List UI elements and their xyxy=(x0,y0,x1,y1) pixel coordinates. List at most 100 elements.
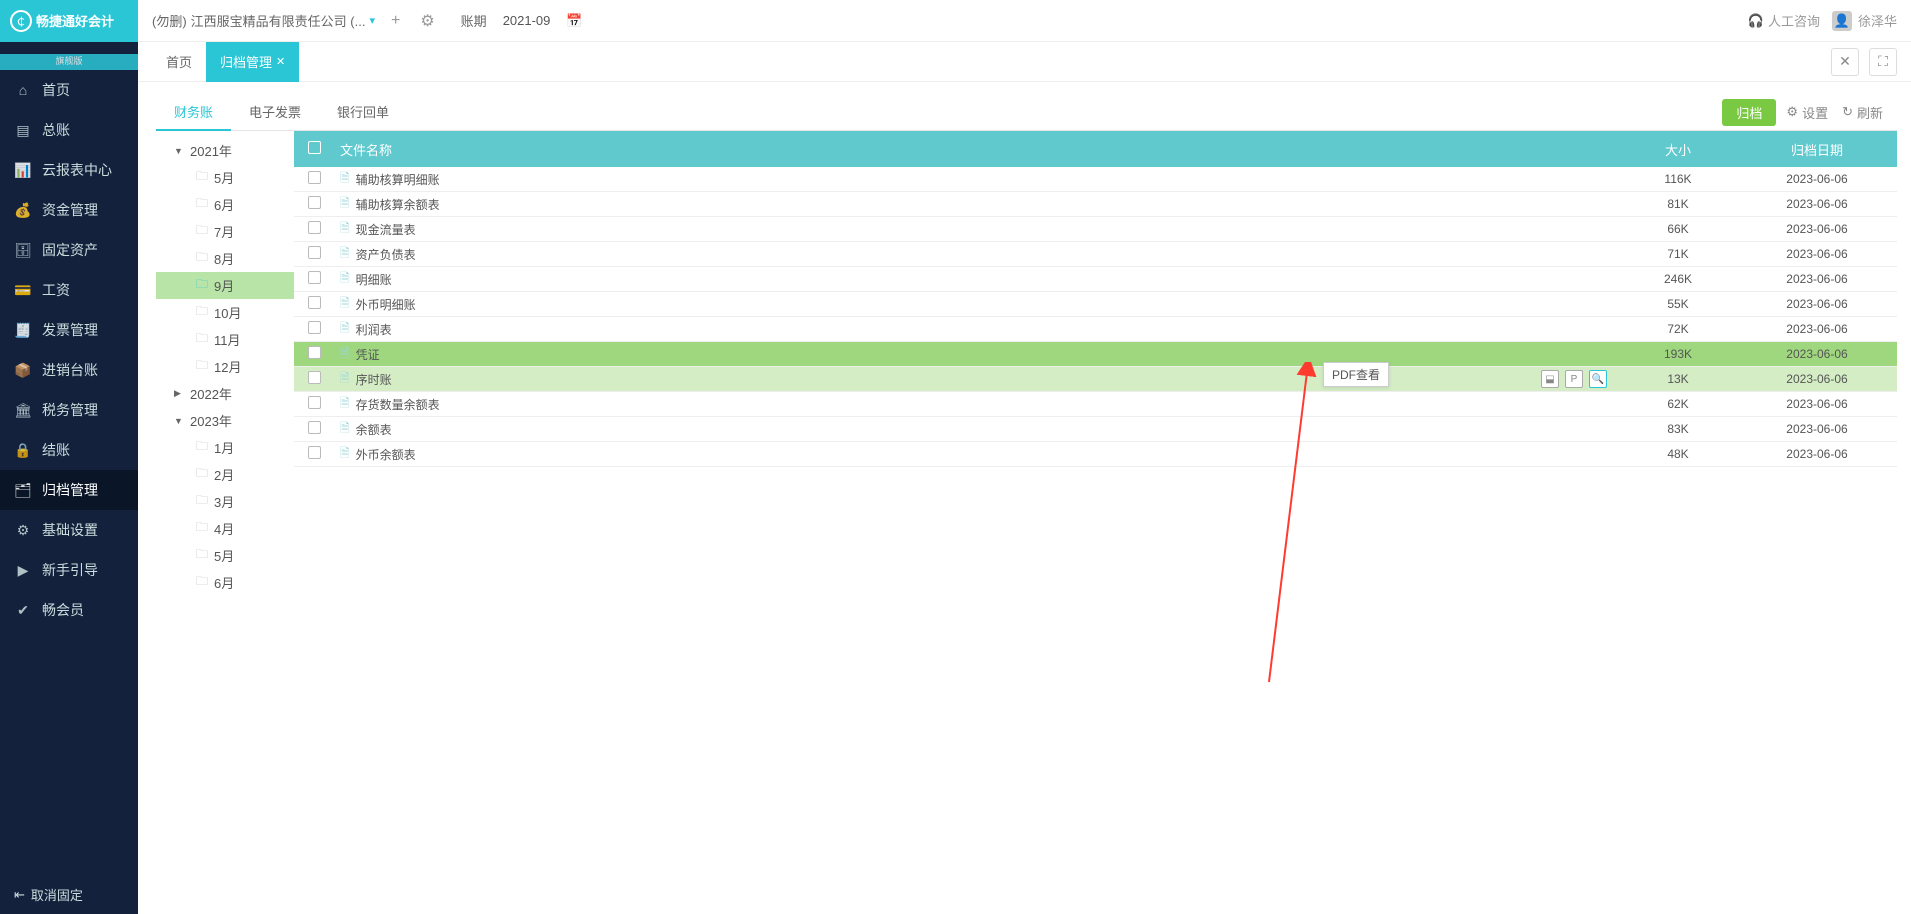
tree-month-2-2[interactable]: 🗀3月 xyxy=(156,488,294,515)
sidebar-item-2[interactable]: 📊云报表中心 xyxy=(0,150,138,190)
tree-month-0-6[interactable]: 🗀11月 xyxy=(156,326,294,353)
row-checkbox[interactable] xyxy=(308,371,321,384)
fullscreen-button[interactable]: ⛶ xyxy=(1869,48,1897,76)
table-row[interactable]: 🗎现金流量表 66K 2023-06-06 xyxy=(294,217,1897,242)
tree-month-0-3[interactable]: 🗀8月 xyxy=(156,245,294,272)
annotation-arrow xyxy=(1259,362,1319,692)
archive-button[interactable]: 归档 xyxy=(1722,99,1776,126)
download-icon[interactable]: ⬓ xyxy=(1541,370,1559,388)
folder-icon: 🗀 xyxy=(196,464,208,485)
tree-month-2-4[interactable]: 🗀5月 xyxy=(156,542,294,569)
row-checkbox[interactable] xyxy=(308,446,321,459)
row-checkbox[interactable] xyxy=(308,196,321,209)
tree-year-2[interactable]: ▼2023年 xyxy=(156,407,294,434)
sidebar-item-0[interactable]: ⌂首页 xyxy=(0,70,138,110)
close-all-tabs-button[interactable]: ✕ xyxy=(1831,48,1859,76)
tree-month-2-1[interactable]: 🗀2月 xyxy=(156,461,294,488)
calendar-icon[interactable]: 📅 xyxy=(566,13,582,29)
tree-month-2-5[interactable]: 🗀6月 xyxy=(156,569,294,596)
col-date-header[interactable]: 归档日期 xyxy=(1737,140,1897,159)
col-size-header[interactable]: 大小 xyxy=(1619,140,1737,159)
file-size: 246K xyxy=(1619,272,1737,286)
company-selector[interactable]: (勿删) 江西服宝精品有限责任公司 (... ▾ xyxy=(152,11,375,30)
sidebar-item-label: 资金管理 xyxy=(42,200,98,220)
sub-tab-1[interactable]: 电子发票 xyxy=(231,94,319,130)
table-row[interactable]: 🗎序时账 ⬓ P 🔍 13K 2023-06-06 xyxy=(294,367,1897,392)
company-settings-button[interactable]: ⚙ xyxy=(416,11,438,31)
close-icon[interactable]: ✕ xyxy=(276,55,285,68)
tree-year-0[interactable]: ▼2021年 xyxy=(156,137,294,164)
sidebar-item-label: 发票管理 xyxy=(42,320,98,340)
sub-tab-0[interactable]: 财务账 xyxy=(156,94,231,131)
file-date: 2023-06-06 xyxy=(1737,197,1897,211)
sidebar-item-10[interactable]: 🗂归档管理 xyxy=(0,470,138,510)
sidebar-item-13[interactable]: ✔畅会员 xyxy=(0,590,138,630)
file-date: 2023-06-06 xyxy=(1737,322,1897,336)
row-checkbox[interactable] xyxy=(308,421,321,434)
sidebar-item-3[interactable]: 💰资金管理 xyxy=(0,190,138,230)
select-all-checkbox[interactable] xyxy=(308,141,321,154)
table-row[interactable]: 🗎余额表 83K 2023-06-06 xyxy=(294,417,1897,442)
tree-month-2-3[interactable]: 🗀4月 xyxy=(156,515,294,542)
sub-tab-2[interactable]: 银行回单 xyxy=(319,94,407,130)
table-row[interactable]: 🗎利润表 72K 2023-06-06 xyxy=(294,317,1897,342)
row-checkbox[interactable] xyxy=(308,246,321,259)
row-checkbox[interactable] xyxy=(308,271,321,284)
tree-month-0-7[interactable]: 🗀12月 xyxy=(156,353,294,380)
tree-month-0-4[interactable]: 🗀9月 xyxy=(156,272,294,299)
sidebar-item-6[interactable]: 🧾发票管理 xyxy=(0,310,138,350)
page-tab-0[interactable]: 首页 xyxy=(152,42,206,82)
logo[interactable]: ￠ 畅捷通好会计 xyxy=(0,0,138,42)
consult-button[interactable]: 🎧 人工咨询 xyxy=(1748,11,1820,30)
file-name: 外币明细账 xyxy=(356,296,416,313)
sidebar-item-label: 畅会员 xyxy=(42,600,84,620)
tree-year-1[interactable]: ▶2022年 xyxy=(156,380,294,407)
pdf-view-icon[interactable]: 🔍 xyxy=(1589,370,1607,388)
pdf-icon[interactable]: P xyxy=(1565,370,1583,388)
row-checkbox[interactable] xyxy=(308,296,321,309)
period-value[interactable]: 2021-09 xyxy=(503,13,551,28)
tree-month-0-0[interactable]: 🗀5月 xyxy=(156,164,294,191)
sidebar-item-8[interactable]: 🏛税务管理 xyxy=(0,390,138,430)
col-name-header[interactable]: 文件名称 xyxy=(334,140,1619,159)
home-icon: ⌂ xyxy=(14,81,32,99)
row-checkbox[interactable] xyxy=(308,346,321,359)
table-row[interactable]: 🗎凭证 193K 2023-06-06 xyxy=(294,342,1897,367)
folder-icon: 🗀 xyxy=(196,221,208,242)
table-row[interactable]: 🗎明细账 246K 2023-06-06 xyxy=(294,267,1897,292)
file-name: 利润表 xyxy=(356,321,392,338)
table-row[interactable]: 🗎存货数量余额表 62K 2023-06-06 xyxy=(294,392,1897,417)
tree-month-label: 4月 xyxy=(214,519,234,538)
table-row[interactable]: 🗎外币明细账 55K 2023-06-06 xyxy=(294,292,1897,317)
sidebar-unpin[interactable]: ⇤ 取消固定 xyxy=(0,875,138,914)
row-checkbox[interactable] xyxy=(308,396,321,409)
refresh-button[interactable]: ↻ 刷新 xyxy=(1842,103,1883,122)
row-checkbox[interactable] xyxy=(308,321,321,334)
sidebar-item-1[interactable]: ▤总账 xyxy=(0,110,138,150)
sidebar-item-11[interactable]: ⚙基础设置 xyxy=(0,510,138,550)
tree-month-0-1[interactable]: 🗀6月 xyxy=(156,191,294,218)
sidebar-item-5[interactable]: 💳工资 xyxy=(0,270,138,310)
tree-month-label: 11月 xyxy=(214,330,241,349)
table-row[interactable]: 🗎辅助核算明细账 116K 2023-06-06 xyxy=(294,167,1897,192)
page-tab-1[interactable]: 归档管理✕ xyxy=(206,42,299,82)
tree-month-0-2[interactable]: 🗀7月 xyxy=(156,218,294,245)
settings-button[interactable]: ⚙ 设置 xyxy=(1786,103,1828,122)
table-row[interactable]: 🗎辅助核算余额表 81K 2023-06-06 xyxy=(294,192,1897,217)
tree-month-label: 8月 xyxy=(214,249,234,268)
file-date: 2023-06-06 xyxy=(1737,397,1897,411)
row-checkbox[interactable] xyxy=(308,171,321,184)
add-company-button[interactable]: + xyxy=(387,12,404,30)
tree-month-2-0[interactable]: 🗀1月 xyxy=(156,434,294,461)
sidebar-item-label: 进销台账 xyxy=(42,360,98,380)
file-size: 71K xyxy=(1619,247,1737,261)
sidebar-item-9[interactable]: 🔒结账 xyxy=(0,430,138,470)
table-row[interactable]: 🗎外币余额表 48K 2023-06-06 xyxy=(294,442,1897,467)
sidebar-item-7[interactable]: 📦进销台账 xyxy=(0,350,138,390)
row-checkbox[interactable] xyxy=(308,221,321,234)
tree-month-0-5[interactable]: 🗀10月 xyxy=(156,299,294,326)
sidebar-item-4[interactable]: 🗄固定资产 xyxy=(0,230,138,270)
sidebar-item-12[interactable]: ▶新手引导 xyxy=(0,550,138,590)
table-row[interactable]: 🗎资产负债表 71K 2023-06-06 xyxy=(294,242,1897,267)
user-menu[interactable]: 👤 徐泽华 xyxy=(1832,11,1897,31)
